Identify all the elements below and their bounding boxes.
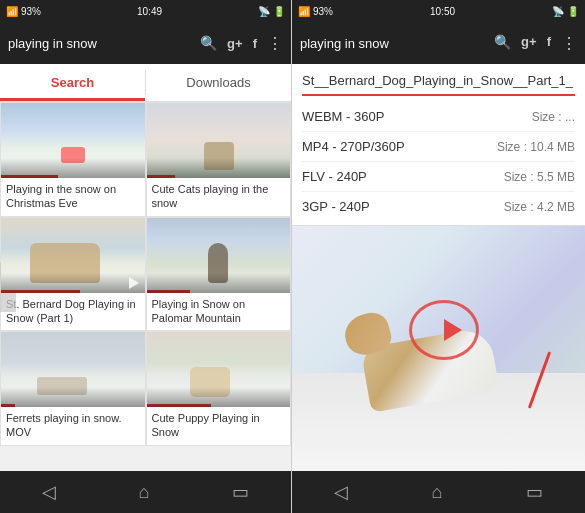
left-search-query: playing in snow [8,36,192,51]
format-label-webm: WEBM - 360P [302,109,384,124]
home-button-right[interactable]: ⌂ [432,482,443,503]
right-signal-icon: 📶 [298,6,310,17]
recent-button-right[interactable]: ▭ [526,481,543,503]
format-row-webm[interactable]: WEBM - 360P Size : ... [302,102,575,132]
left-bottom-bar: ◁ ⌂ ▭ [0,471,291,513]
left-status-right: 📡 🔋 [258,6,285,17]
left-battery-icon: 🔋 [273,6,285,17]
video-item-1[interactable]: Playing in the snow on Christmas Eve [0,102,146,217]
left-signal-icon: 📶 [6,6,18,17]
format-size-webm: Size : ... [532,110,575,124]
gplus-icon[interactable]: g+ [227,36,243,51]
video-title-1: Playing in the snow on Christmas Eve [1,178,145,216]
play-indicator-3 [129,277,141,289]
video-thumb-2 [147,103,291,178]
video-row-3: Ferrets playing in snow. MOV Cute Puppy … [0,331,291,446]
format-label-flv: FLV - 240P [302,169,367,184]
video-title-3: St. Bernard Dog Playing in Snow (Part 1) [1,293,145,331]
video-item-4[interactable]: Playing in Snow on Palomar Mountain [146,217,292,332]
recent-button-left[interactable]: ▭ [232,481,249,503]
video-title-4: Playing in Snow on Palomar Mountain [147,293,291,331]
video-item-2[interactable]: Cute Cats playing in the snow [146,102,292,217]
right-status-bar: 📶 93% 10:50 📡 🔋 [292,0,585,22]
left-search-bar: playing in snow 🔍 g+ f ⋮ [0,22,291,64]
thumb-gradient-4 [147,273,291,293]
format-label-mp4: MP4 - 270P/360P [302,139,405,154]
video-thumb-4 [147,218,291,293]
right-fb-icon[interactable]: f [547,34,551,53]
video-item-5[interactable]: Ferrets playing in snow. MOV [0,331,146,446]
preview-image [292,226,585,471]
download-panel: St__Bernard_Dog_Playing_in_Snow__Part_1_… [292,64,585,226]
video-preview [292,226,585,471]
video-thumb-1 [1,103,145,178]
left-battery-text: 93% [21,6,41,17]
right-status-right: 📡 🔋 [552,6,579,17]
video-row-2: St. Bernard Dog Playing in Snow (Part 1)… [0,217,291,332]
home-button-left[interactable]: ⌂ [139,482,150,503]
right-search-bar: playing in snow 🔍 g+ f ⋮ [292,22,585,64]
video-item-3[interactable]: St. Bernard Dog Playing in Snow (Part 1) [0,217,146,332]
left-panel: 📶 93% 10:49 📡 🔋 playing in snow 🔍 g+ f ⋮… [0,0,292,513]
right-wifi-icon: 📡 [552,6,564,17]
video-title-5: Ferrets playing in snow. MOV [1,407,145,445]
format-size-flv: Size : 5.5 MB [504,170,575,184]
video-title-2: Cute Cats playing in the snow [147,178,291,216]
format-size-3gp: Size : 4.2 MB [504,200,575,214]
format-size-mp4: Size : 10.4 MB [497,140,575,154]
tabs-bar: Search Downloads [0,64,291,102]
right-status-left: 📶 93% [298,6,333,17]
right-search-query: playing in snow [300,36,486,51]
right-more-icon[interactable]: ⋮ [561,34,577,53]
right-gplus-icon[interactable]: g+ [521,34,537,53]
search-icon[interactable]: 🔍 [200,35,217,51]
video-grid: ‹ Playing in the snow on Christmas Eve [0,102,291,471]
right-battery-text: 93% [313,6,333,17]
back-button-right[interactable]: ◁ [334,481,348,503]
format-row-mp4[interactable]: MP4 - 270P/360P Size : 10.4 MB [302,132,575,162]
video-row-1: Playing in the snow on Christmas Eve Cut… [0,102,291,217]
facebook-icon[interactable]: f [253,36,257,51]
download-title: St__Bernard_Dog_Playing_in_Snow__Part_1_ [302,72,575,96]
video-title-6: Cute Puppy Playing in Snow [147,407,291,445]
thumb-gradient-6 [147,387,291,407]
thumb-gradient-2 [147,158,291,178]
right-time: 10:50 [430,6,455,17]
format-row-flv[interactable]: FLV - 240P Size : 5.5 MB [302,162,575,192]
format-row-3gp[interactable]: 3GP - 240P Size : 4.2 MB [302,192,575,221]
thumb-gradient-5 [1,387,145,407]
left-wifi-icon: 📡 [258,6,270,17]
back-button-left[interactable]: ◁ [42,481,56,503]
right-panel: 📶 93% 10:50 📡 🔋 playing in snow 🔍 g+ f ⋮… [292,0,585,513]
video-item-6[interactable]: Cute Puppy Playing in Snow [146,331,292,446]
video-thumb-3 [1,218,145,293]
more-icon[interactable]: ⋮ [267,34,283,53]
right-battery-icon: 🔋 [567,6,579,17]
format-label-3gp: 3GP - 240P [302,199,370,214]
left-status-left: 📶 93% [6,6,41,17]
left-time: 10:49 [137,6,162,17]
play-arrow-big[interactable] [444,319,462,341]
video-thumb-6 [147,332,291,407]
right-search-icons: 🔍 g+ f ⋮ [494,34,577,53]
thumb-gradient-1 [1,158,145,178]
tab-search[interactable]: Search [0,64,145,101]
right-search-icon[interactable]: 🔍 [494,34,511,53]
video-thumb-5 [1,332,145,407]
right-bottom-bar: ◁ ⌂ ▭ [292,471,585,513]
left-search-icons: 🔍 g+ f ⋮ [200,34,283,53]
left-status-bar: 📶 93% 10:49 📡 🔋 [0,0,291,22]
tab-downloads[interactable]: Downloads [146,64,291,101]
thumb-gradient-3 [1,273,145,293]
